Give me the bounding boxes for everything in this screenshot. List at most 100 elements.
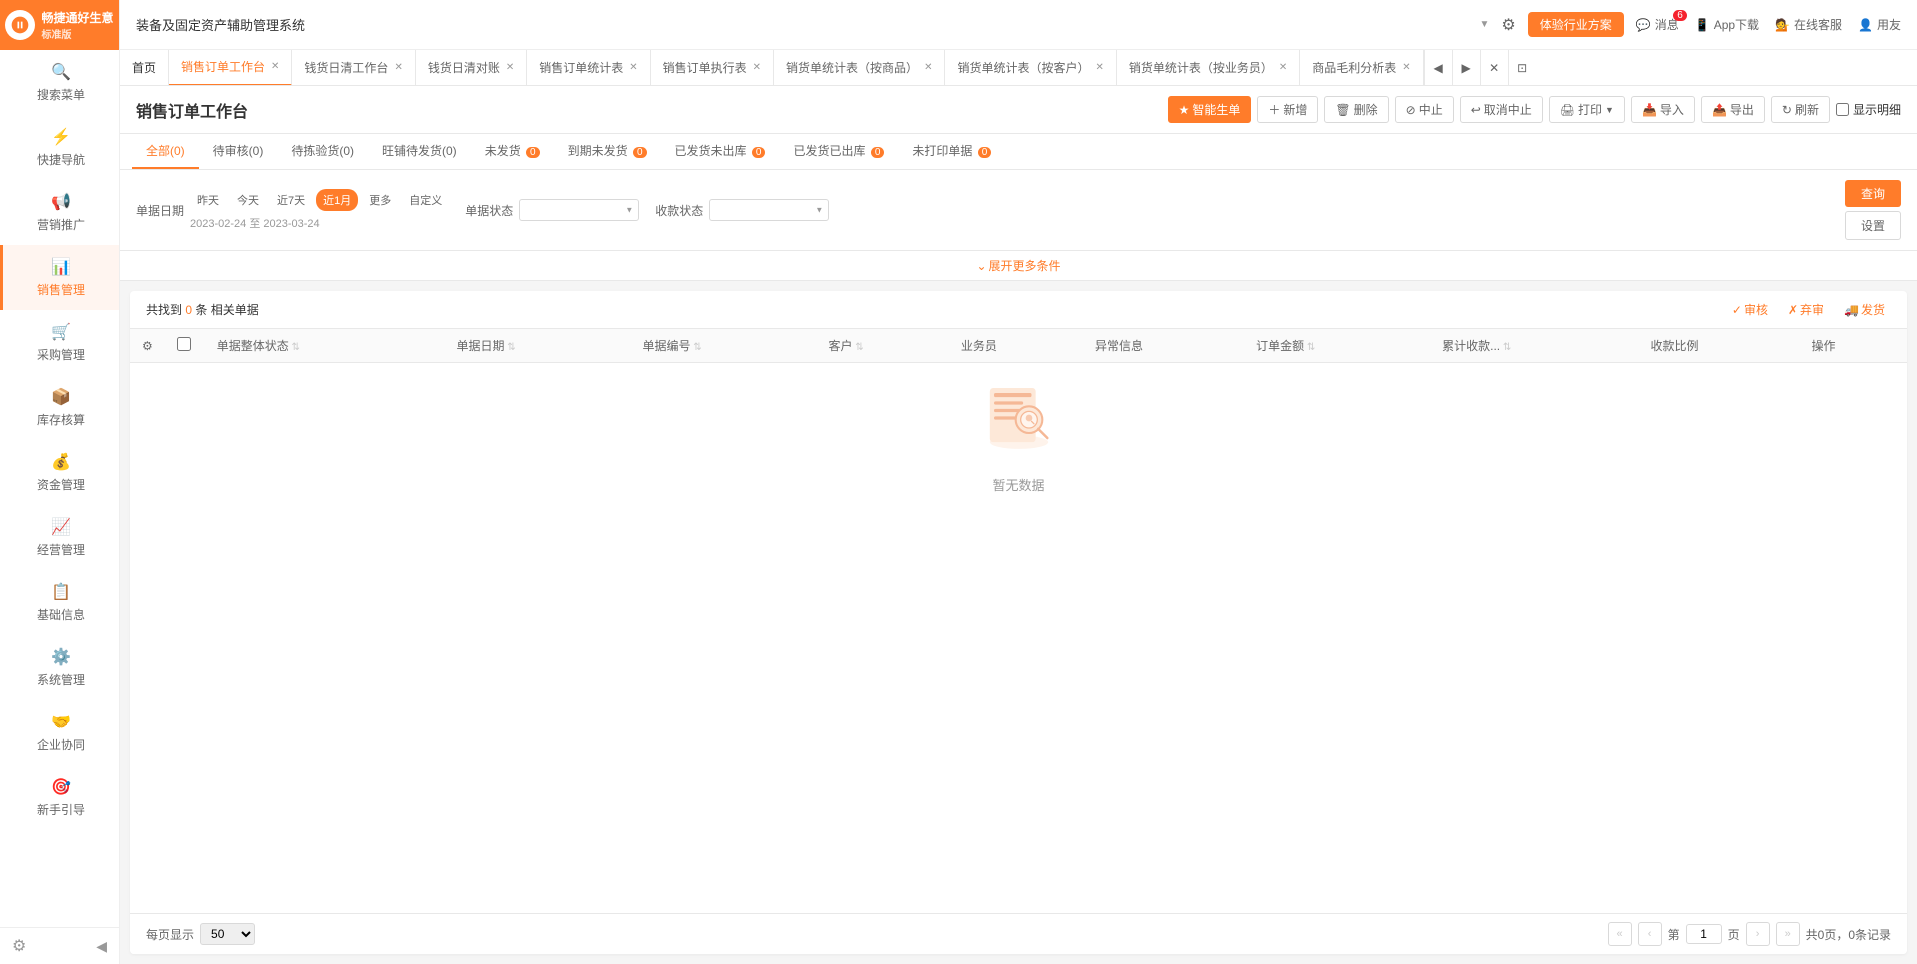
sidebar-item-guide[interactable]: 🎯 新手引导 <box>0 765 119 830</box>
yesterday-btn[interactable]: 昨天 <box>190 189 226 211</box>
page-input[interactable] <box>1686 924 1722 944</box>
sidebar-item-enterprise[interactable]: 🤝 企业协同 <box>0 700 119 765</box>
tab-nav-close-all[interactable]: ✕ <box>1480 50 1508 86</box>
tab-sales-exec[interactable]: 销售订单执行表 ✕ <box>651 50 774 86</box>
unreviewed-action-btn[interactable]: ✗ 弃审 <box>1782 299 1830 320</box>
filter-tab-wangpu[interactable]: 旺铺待发货(0) <box>368 134 471 169</box>
sidebar-item-operation[interactable]: 📈 经营管理 <box>0 505 119 570</box>
week-btn[interactable]: 近7天 <box>270 189 312 211</box>
col-amount[interactable]: 订单金额 <box>1244 329 1430 363</box>
review-action-btn[interactable]: ✓ 审核 <box>1726 299 1774 320</box>
next-page-btn[interactable]: › <box>1746 922 1770 946</box>
sidebar-item-quick-nav[interactable]: ⚡ 快捷导航 <box>0 115 119 180</box>
filter-tab-pending-review[interactable]: 待审核(0) <box>199 134 278 169</box>
sidebar-item-marketing[interactable]: 📢 营销推广 <box>0 180 119 245</box>
last-page-btn[interactable]: » <box>1776 922 1800 946</box>
filter-tab-shipped-not-out[interactable]: 已发货未出库 0 <box>661 134 780 169</box>
tab-sales-stat-product[interactable]: 销货单统计表（按商品） ✕ <box>774 50 945 86</box>
home-tab-label: 首页 <box>132 59 156 76</box>
tab-close-icon[interactable]: ✕ <box>394 62 402 73</box>
tab-nav-prev[interactable]: ◀ <box>1424 50 1452 86</box>
show-detail-checkbox[interactable] <box>1836 103 1849 116</box>
tab-sales-stat-staff[interactable]: 销货单统计表（按业务员） ✕ <box>1117 50 1300 86</box>
tab-sales-stats[interactable]: 销售订单统计表 ✕ <box>527 50 650 86</box>
dropdown-arrow[interactable]: ▼ <box>1480 19 1490 30</box>
set-btn[interactable]: 设置 <box>1845 211 1901 240</box>
ship-action-btn[interactable]: 🚚 发货 <box>1838 299 1891 320</box>
sidebar-item-purchase[interactable]: 🛒 采购管理 <box>0 310 119 375</box>
sidebar-item-inventory[interactable]: 📦 库存核算 <box>0 375 119 440</box>
tab-close-icon[interactable]: ✕ <box>271 61 279 72</box>
sidebar-item-system[interactable]: ⚙️ 系统管理 <box>0 635 119 700</box>
tab-nav-next[interactable]: ▶ <box>1452 50 1480 86</box>
print-btn[interactable]: 🖨 打印 ▼ <box>1549 96 1625 123</box>
sidebar-item-label: 经营管理 <box>37 541 85 558</box>
online-service-btn[interactable]: 💁 在线客服 <box>1775 16 1842 33</box>
payment-select[interactable] <box>709 199 829 221</box>
delete-icon: 🗑 <box>1335 103 1350 117</box>
filter-tab-pending-inspect[interactable]: 待拣验货(0) <box>277 134 368 169</box>
prev-page-btn[interactable]: ‹ <box>1638 922 1662 946</box>
custom-btn[interactable]: 自定义 <box>402 189 449 211</box>
filter-tab-shipped-out[interactable]: 已发货已出库 0 <box>779 134 898 169</box>
tab-home[interactable]: 首页 <box>120 50 169 86</box>
tab-product-margin[interactable]: 商品毛利分析表 ✕ <box>1300 50 1423 86</box>
tab-nav-maximize[interactable]: ⊡ <box>1508 50 1536 86</box>
delete-btn[interactable]: 🗑 删除 <box>1324 96 1388 123</box>
select-all-checkbox[interactable] <box>177 337 191 351</box>
expand-btn[interactable]: ⌄ 展开更多条件 <box>976 257 1060 274</box>
collapse-icon[interactable]: ◀ <box>96 938 107 955</box>
tab-sales-stat-customer[interactable]: 销货单统计表（按客户） ✕ <box>945 50 1116 86</box>
tab-close-icon[interactable]: ✕ <box>1279 62 1287 73</box>
tab-close-icon[interactable]: ✕ <box>506 62 514 73</box>
col-customer[interactable]: 客户 <box>816 329 948 363</box>
show-detail-check[interactable]: 显示明细 <box>1836 101 1901 118</box>
tab-close-icon[interactable]: ✕ <box>924 62 932 73</box>
filter-tab-not-shipped[interactable]: 未发货 0 <box>471 134 554 169</box>
tab-close-icon[interactable]: ✕ <box>629 62 637 73</box>
sidebar-item-finance[interactable]: 💰 资金管理 <box>0 440 119 505</box>
tab-cash-daily[interactable]: 钱货日清工作台 ✕ <box>292 50 415 86</box>
filter-tab-expired[interactable]: 到期未发货 0 <box>554 134 661 169</box>
smart-create-btn[interactable]: ★ 智能生单 <box>1168 96 1252 123</box>
more-btn[interactable]: 更多 <box>362 189 398 211</box>
col-checkbox[interactable] <box>165 329 205 363</box>
filter-tab-all[interactable]: 全部(0) <box>132 134 199 169</box>
abort-btn[interactable]: ⊘ 中止 <box>1395 96 1454 123</box>
filter-tab-label: 未发货 <box>485 144 521 158</box>
export-btn[interactable]: 📤 导出 <box>1701 96 1765 123</box>
col-settings[interactable]: ⚙ <box>130 329 165 363</box>
sidebar-item-sales[interactable]: 📊 销售管理 <box>0 245 119 310</box>
col-date[interactable]: 单据日期 <box>444 329 630 363</box>
settings-icon[interactable]: ⚙ <box>12 936 26 956</box>
gear-btn[interactable]: ⚙ <box>1501 15 1515 35</box>
ship-label: 发货 <box>1861 301 1885 318</box>
tab-cash-reconcile[interactable]: 钱货日清对账 ✕ <box>416 50 527 86</box>
cancel-abort-btn[interactable]: ↩ 取消中止 <box>1460 96 1543 123</box>
col-status[interactable]: 单据整体状态 <box>205 329 445 363</box>
tab-close-icon[interactable]: ✕ <box>1402 62 1410 73</box>
sidebar-item-basic[interactable]: 📋 基础信息 <box>0 570 119 635</box>
app-download-btn[interactable]: 📱 App下载 <box>1695 16 1759 33</box>
tab-close-icon[interactable]: ✕ <box>1095 62 1103 73</box>
message-badge: 6 <box>1673 10 1687 21</box>
expand-label: 展开更多条件 <box>989 257 1061 274</box>
first-page-btn[interactable]: « <box>1608 922 1632 946</box>
status-select[interactable] <box>519 199 639 221</box>
per-page-select[interactable]: 10 20 50 100 <box>200 923 255 945</box>
import-btn[interactable]: 📥 导入 <box>1631 96 1695 123</box>
sidebar-item-search[interactable]: 🔍 搜索菜单 <box>0 50 119 115</box>
message-btn[interactable]: 💬 消息 6 <box>1636 16 1679 33</box>
query-btn[interactable]: 查询 <box>1845 180 1901 207</box>
today-btn[interactable]: 今天 <box>230 189 266 211</box>
col-accumulated[interactable]: 累计收款... <box>1430 329 1638 363</box>
tab-close-icon[interactable]: ✕ <box>753 62 761 73</box>
add-btn[interactable]: ＋ 新增 <box>1257 96 1318 123</box>
tab-sales-workbench[interactable]: 销售订单工作台 ✕ <box>169 50 292 86</box>
col-number[interactable]: 单据编号 <box>630 329 816 363</box>
industry-btn[interactable]: 体验行业方案 <box>1528 12 1624 37</box>
user-area[interactable]: 👤 用友 <box>1858 16 1901 33</box>
filter-tab-not-printed[interactable]: 未打印单据 0 <box>898 134 1005 169</box>
month-btn[interactable]: 近1月 <box>316 189 358 211</box>
refresh-btn[interactable]: ↻ 刷新 <box>1771 96 1830 123</box>
